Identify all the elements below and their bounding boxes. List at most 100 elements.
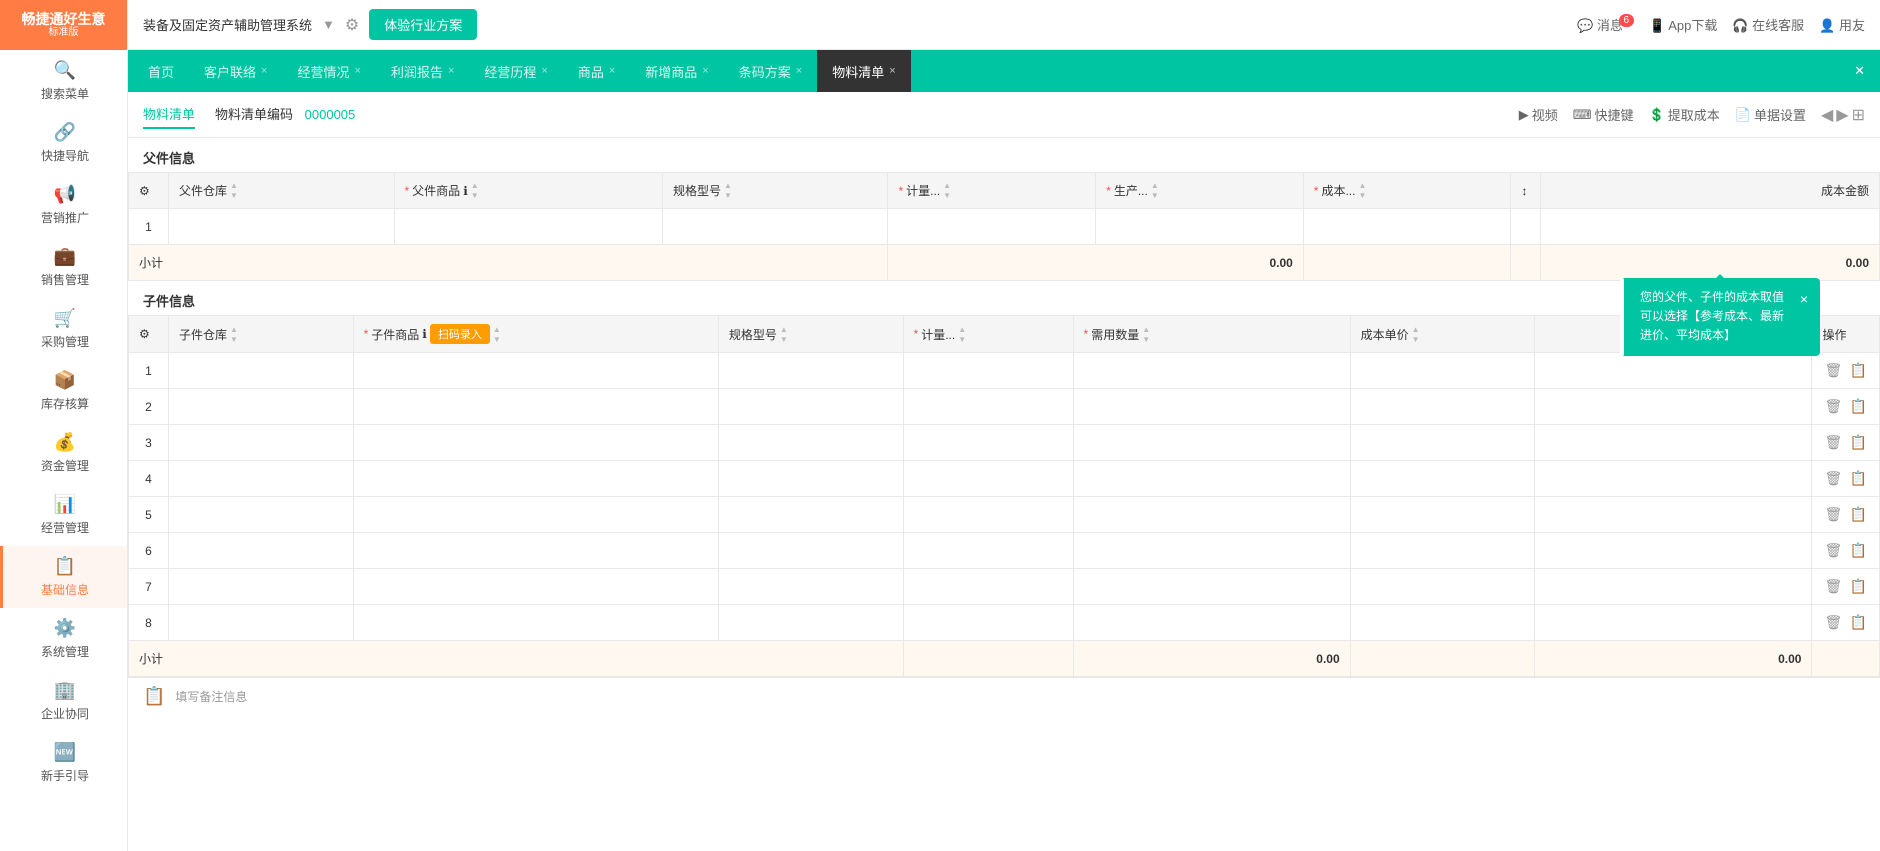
message-btn[interactable]: 💬 消息 6	[1577, 15, 1634, 34]
child-row-2-unit[interactable]	[903, 389, 1073, 425]
parent-row-1-unit[interactable]	[888, 209, 1096, 245]
child-row-3-qty[interactable]	[1073, 425, 1350, 461]
nav-tab-close-operation-status[interactable]: ×	[354, 65, 360, 77]
child-row-6-unit-cost[interactable]	[1350, 533, 1535, 569]
page-tab-bom[interactable]: 物料清单	[143, 100, 195, 129]
child-row-3-spec[interactable]	[718, 425, 903, 461]
parent-row-1-goods[interactable]	[394, 209, 662, 245]
copy-icon-2[interactable]: 📋	[1850, 398, 1867, 414]
sidebar-item-quick-nav[interactable]: 🔗 快捷导航	[0, 112, 127, 174]
child-row-8-unit-cost[interactable]	[1350, 605, 1535, 641]
delete-icon-1[interactable]: 🗑	[1824, 362, 1842, 378]
child-row-1-warehouse[interactable]	[169, 353, 354, 389]
child-row-3-goods[interactable]	[353, 425, 718, 461]
sidebar-item-system[interactable]: ⚙️ 系统管理	[0, 608, 127, 670]
sidebar-item-guide[interactable]: 🆕 新手引导	[0, 732, 127, 794]
delete-icon-7[interactable]: 🗑	[1824, 578, 1842, 594]
sidebar-item-basic-info[interactable]: 📋 基础信息	[0, 546, 127, 608]
child-row-3-unit[interactable]	[903, 425, 1073, 461]
nav-tab-goods[interactable]: 商品×	[563, 50, 630, 92]
nav-tab-close-new-goods[interactable]: ×	[702, 65, 708, 77]
sidebar-item-enterprise[interactable]: 🏢 企业协同	[0, 670, 127, 732]
parent-row-1-produce[interactable]	[1096, 209, 1304, 245]
child-row-5-unit-cost[interactable]	[1350, 497, 1535, 533]
sidebar-item-purchase[interactable]: 🛒 采购管理	[0, 298, 127, 360]
cost-btn[interactable]: 💲 提取成本	[1649, 105, 1720, 124]
child-row-5-qty[interactable]	[1073, 497, 1350, 533]
child-row-8-unit[interactable]	[903, 605, 1073, 641]
child-row-7-unit[interactable]	[903, 569, 1073, 605]
sidebar-item-sales[interactable]: 💼 销售管理	[0, 236, 127, 298]
settings-btn[interactable]: 📄 单据设置	[1735, 105, 1806, 124]
nav-tab-barcode[interactable]: 条码方案×	[724, 50, 817, 92]
child-row-2-goods[interactable]	[353, 389, 718, 425]
child-row-8-qty[interactable]	[1073, 605, 1350, 641]
dropdown-arrow[interactable]: ▼	[322, 17, 335, 32]
child-row-7-warehouse[interactable]	[169, 569, 354, 605]
copy-icon-6[interactable]: 📋	[1850, 542, 1867, 558]
nav-tab-operation-status[interactable]: 经营情况×	[282, 50, 375, 92]
parent-row-1-spec[interactable]	[662, 209, 888, 245]
child-row-5-spec[interactable]	[718, 497, 903, 533]
nav-tab-close-profit[interactable]: ×	[448, 65, 454, 77]
nav-tab-biz-history[interactable]: 经营历程×	[469, 50, 562, 92]
child-row-1-unit[interactable]	[903, 353, 1073, 389]
child-row-2-unit-cost[interactable]	[1350, 389, 1535, 425]
copy-icon-4[interactable]: 📋	[1850, 470, 1867, 486]
copy-icon-1[interactable]: 📋	[1850, 362, 1867, 378]
child-row-8-goods[interactable]	[353, 605, 718, 641]
child-row-4-warehouse[interactable]	[169, 461, 354, 497]
nav-tab-close-barcode[interactable]: ×	[796, 65, 802, 77]
child-row-8-spec[interactable]	[718, 605, 903, 641]
nav-tab-customer[interactable]: 客户联络×	[189, 50, 282, 92]
copy-icon-7[interactable]: 📋	[1850, 578, 1867, 594]
delete-icon-2[interactable]: 🗑	[1824, 398, 1842, 414]
child-th-settings[interactable]: ⚙	[129, 316, 169, 353]
parent-th-settings[interactable]: ⚙	[129, 173, 169, 209]
child-row-3-warehouse[interactable]	[169, 425, 354, 461]
scan-btn[interactable]: 扫码录入	[430, 324, 490, 344]
child-row-6-qty[interactable]	[1073, 533, 1350, 569]
delete-icon-5[interactable]: 🗑	[1824, 506, 1842, 522]
child-row-1-qty[interactable]	[1073, 353, 1350, 389]
nav-tab-close-customer[interactable]: ×	[261, 65, 267, 77]
sidebar-item-inventory[interactable]: 📦 库存核算	[0, 360, 127, 422]
delete-icon-3[interactable]: 🗑	[1824, 434, 1842, 450]
child-row-5-unit[interactable]	[903, 497, 1073, 533]
child-row-7-spec[interactable]	[718, 569, 903, 605]
delete-icon-8[interactable]: 🗑	[1824, 614, 1842, 630]
copy-icon-3[interactable]: 📋	[1850, 434, 1867, 450]
child-row-3-unit-cost[interactable]	[1350, 425, 1535, 461]
child-row-4-goods[interactable]	[353, 461, 718, 497]
online-service-btn[interactable]: 🎧 在线客服	[1732, 15, 1804, 34]
trial-button[interactable]: 体验行业方案	[369, 9, 477, 40]
child-row-7-qty[interactable]	[1073, 569, 1350, 605]
grid-view-btn[interactable]: ⊞	[1852, 105, 1865, 125]
child-row-7-unit-cost[interactable]	[1350, 569, 1535, 605]
parent-th-more[interactable]: ↕	[1511, 173, 1541, 209]
note-icon[interactable]: 📋	[143, 686, 165, 707]
gear-icon[interactable]: ⚙	[345, 15, 359, 35]
child-row-6-goods[interactable]	[353, 533, 718, 569]
child-row-6-spec[interactable]	[718, 533, 903, 569]
delete-icon-4[interactable]: 🗑	[1824, 470, 1842, 486]
next-btn[interactable]: ▶	[1836, 105, 1848, 125]
child-row-6-unit[interactable]	[903, 533, 1073, 569]
app-download-btn[interactable]: 📱 App下载	[1649, 15, 1717, 34]
copy-icon-8[interactable]: 📋	[1850, 614, 1867, 630]
parent-row-1-cost[interactable]	[1303, 209, 1511, 245]
child-row-4-unit-cost[interactable]	[1350, 461, 1535, 497]
child-row-8-warehouse[interactable]	[169, 605, 354, 641]
view-btn[interactable]: ▶ 视频	[1519, 105, 1558, 124]
child-row-2-spec[interactable]	[718, 389, 903, 425]
prev-btn[interactable]: ◀	[1821, 105, 1833, 125]
child-row-2-qty[interactable]	[1073, 389, 1350, 425]
user-btn[interactable]: 👤 用友	[1819, 15, 1865, 34]
nav-tab-close-bom[interactable]: ×	[889, 65, 895, 77]
sidebar-item-finance[interactable]: 💰 资金管理	[0, 422, 127, 484]
child-row-4-unit[interactable]	[903, 461, 1073, 497]
child-row-4-qty[interactable]	[1073, 461, 1350, 497]
nav-tab-profit[interactable]: 利润报告×	[376, 50, 469, 92]
child-row-5-goods[interactable]	[353, 497, 718, 533]
child-row-1-goods[interactable]	[353, 353, 718, 389]
